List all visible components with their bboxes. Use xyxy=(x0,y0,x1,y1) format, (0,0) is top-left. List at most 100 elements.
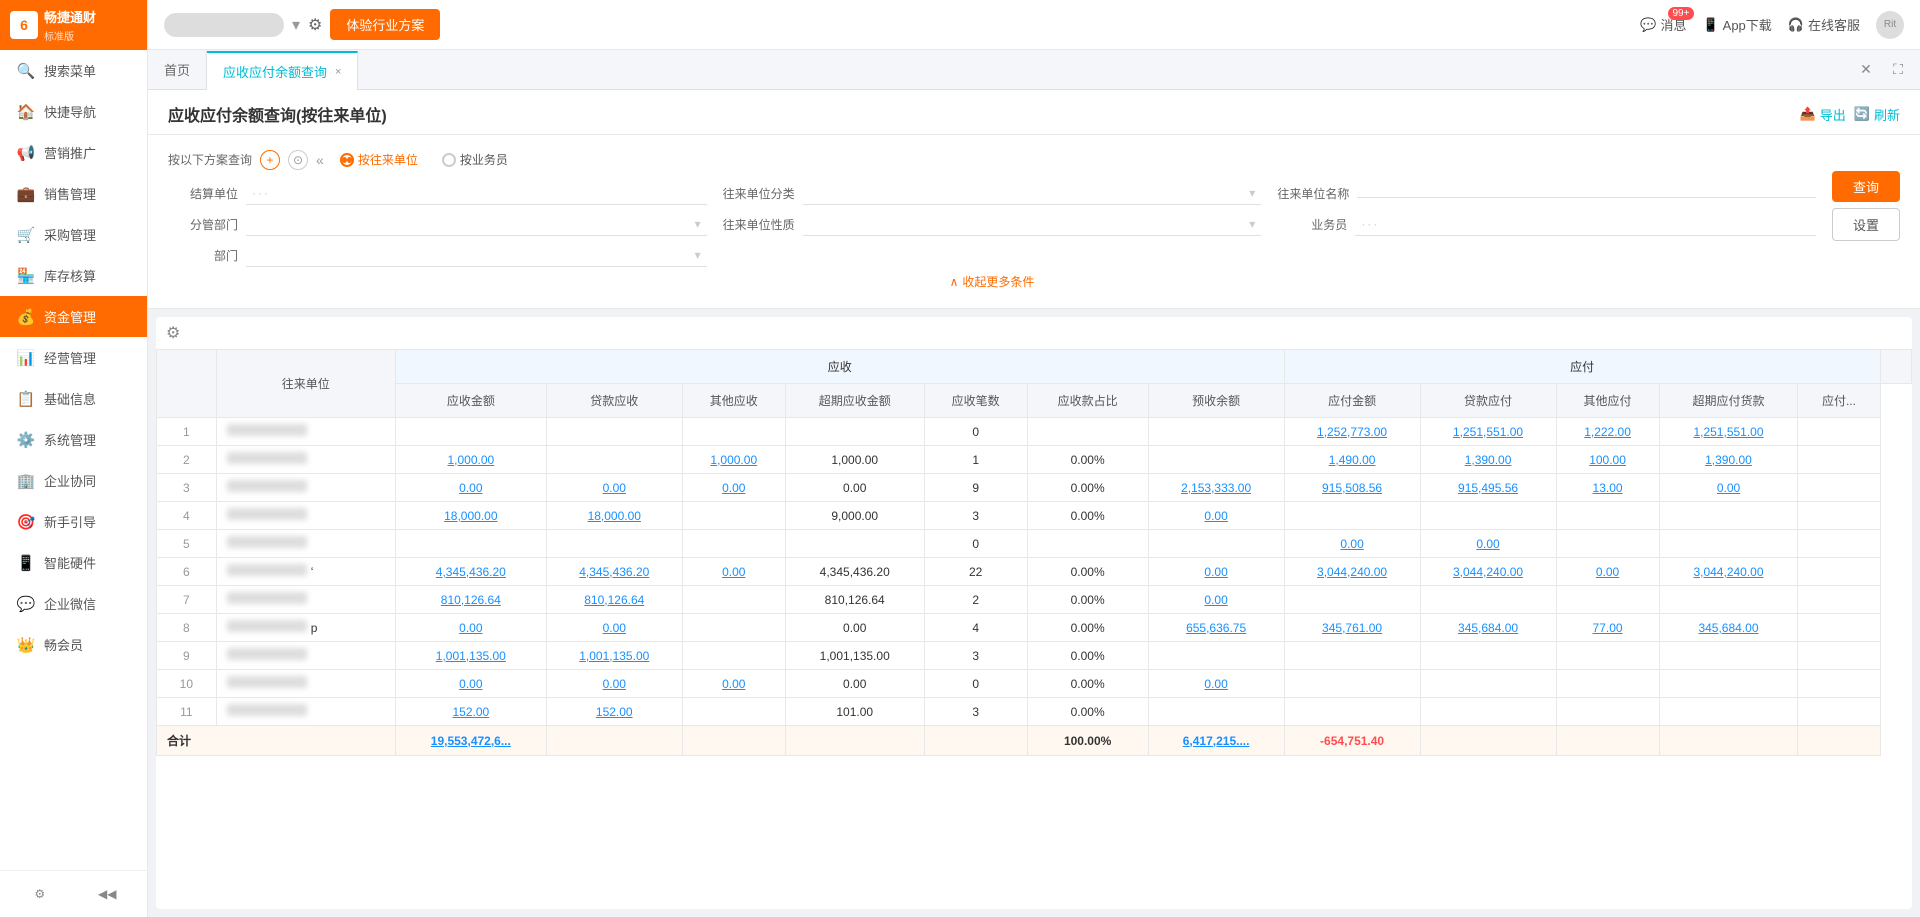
table-cell[interactable]: 915,495.56 xyxy=(1420,474,1556,502)
tab-home[interactable]: 首页 xyxy=(148,50,207,90)
sidebar-item-sales[interactable]: 💼 销售管理 xyxy=(0,173,147,214)
table-cell[interactable]: 0.00 xyxy=(1284,530,1420,558)
table-cell[interactable]: 3,044,240.00 xyxy=(1420,558,1556,586)
messages-button[interactable]: 💬 消息 99+ xyxy=(1640,15,1686,34)
sidebar-item-search-menu[interactable]: 🔍 搜索菜单 xyxy=(0,50,147,91)
table-cell[interactable]: 1,000.00 xyxy=(682,446,785,474)
sidebar-item-basic-info[interactable]: 📋 基础信息 xyxy=(0,378,147,419)
window-close-button[interactable]: ✕ xyxy=(1852,56,1880,84)
sidebar-item-quick-nav[interactable]: 🏠 快捷导航 xyxy=(0,91,147,132)
sidebar-item-marketing[interactable]: 📢 营销推广 xyxy=(0,132,147,173)
table-cell[interactable]: 100.00 xyxy=(1556,446,1659,474)
search-by-partner-option[interactable]: 按往来单位 xyxy=(332,147,426,172)
table-cell[interactable]: 77.00 xyxy=(1556,614,1659,642)
table-cell[interactable]: 1,390.00 xyxy=(1420,446,1556,474)
sidebar-item-purchase[interactable]: 🛒 采购管理 xyxy=(0,214,147,255)
table-cell[interactable]: 345,684.00 xyxy=(1659,614,1798,642)
sidebar-item-member[interactable]: 👑 畅会员 xyxy=(0,624,147,665)
table-cell[interactable]: 0.00 xyxy=(1148,670,1284,698)
table-cell[interactable]: 18,000.00 xyxy=(395,502,546,530)
dept-input[interactable]: ▾ xyxy=(246,213,707,236)
tab-close-button[interactable]: × xyxy=(335,66,341,78)
sidebar-item-inventory[interactable]: 🏪 库存核算 xyxy=(0,255,147,296)
table-cell[interactable]: 0.00 xyxy=(1420,530,1556,558)
app-download-button[interactable]: 📱 App下载 xyxy=(1702,15,1771,34)
table-cell[interactable]: 810,126.64 xyxy=(395,586,546,614)
table-cell[interactable]: 3,044,240.00 xyxy=(1659,558,1798,586)
sidebar-item-smart-hw[interactable]: 📱 智能硬件 xyxy=(0,542,147,583)
table-cell[interactable]: 0.00 xyxy=(395,670,546,698)
sidebar-item-system[interactable]: ⚙️ 系统管理 xyxy=(0,419,147,460)
table-cell[interactable]: 655,636.75 xyxy=(1148,614,1284,642)
table-cell[interactable]: 152.00 xyxy=(546,698,682,726)
table-cell[interactable]: 1,000.00 xyxy=(395,446,546,474)
table-cell[interactable]: 0.00 xyxy=(682,670,785,698)
table-cell[interactable]: 0.00 xyxy=(1659,474,1798,502)
footer-receivable-amount[interactable]: 19,553,472,6... xyxy=(395,726,546,756)
export-button[interactable]: 📤 导出 xyxy=(1800,105,1846,124)
query-button[interactable]: 查询 xyxy=(1832,171,1900,202)
scheme-collapse-button[interactable]: « xyxy=(316,152,324,168)
table-cell[interactable]: 1,001,135.00 xyxy=(395,642,546,670)
table-cell[interactable]: 1,222.00 xyxy=(1556,418,1659,446)
table-cell[interactable]: 0.00 xyxy=(395,614,546,642)
table-cell[interactable]: 4,345,436.20 xyxy=(395,558,546,586)
table-cell[interactable]: 0.00 xyxy=(1148,586,1284,614)
table-cell[interactable]: 4,345,436.20 xyxy=(546,558,682,586)
search-by-salesperson-option[interactable]: 按业务员 xyxy=(434,147,516,172)
table-cell[interactable]: 18,000.00 xyxy=(546,502,682,530)
table-cell[interactable]: 0.00 xyxy=(546,670,682,698)
sidebar-collapse-button[interactable]: ◀◀ xyxy=(78,881,138,907)
table-cell[interactable]: 1,251,551.00 xyxy=(1659,418,1798,446)
partner-category-input[interactable]: ▾ xyxy=(803,182,1262,205)
collapse-more-button[interactable]: ∧ 收起更多条件 xyxy=(168,267,1816,296)
table-cell[interactable]: 0.00 xyxy=(546,474,682,502)
table-cell[interactable]: 0.00 xyxy=(546,614,682,642)
online-service-button[interactable]: 🎧 在线客服 xyxy=(1788,15,1860,34)
settlement-unit-input[interactable]: ··· xyxy=(246,182,707,205)
table-cell[interactable]: 0.00 xyxy=(682,558,785,586)
sidebar-item-enterprise[interactable]: 🏢 企业协同 xyxy=(0,460,147,501)
table-cell[interactable]: 2,153,333.00 xyxy=(1148,474,1284,502)
header-settings-button[interactable]: ⚙ xyxy=(308,15,322,35)
promotion-button[interactable]: 体验行业方案 xyxy=(330,9,440,40)
table-cell[interactable]: 915,508.56 xyxy=(1284,474,1420,502)
sidebar-item-guide[interactable]: 🎯 新手引导 xyxy=(0,501,147,542)
table-cell[interactable]: 13.00 xyxy=(1556,474,1659,502)
sidebar-settings-button[interactable]: ⚙ xyxy=(10,881,70,907)
partner-name-input[interactable] xyxy=(1357,189,1816,198)
nav-dropdown-button[interactable]: ▾ xyxy=(292,15,300,35)
table-cell[interactable]: 810,126.64 xyxy=(546,586,682,614)
table-settings-icon[interactable]: ⚙ xyxy=(166,323,180,343)
table-cell[interactable]: 1,001,135.00 xyxy=(546,642,682,670)
table-cell[interactable]: 152.00 xyxy=(395,698,546,726)
table-cell[interactable]: 1,390.00 xyxy=(1659,446,1798,474)
tab-receivable-query[interactable]: 应收应付余额查询 × xyxy=(207,51,358,91)
table-container[interactable]: 往来单位 应收 应付 应收金额 贷款应收 其他应收 超期应收金额 应收笔数 xyxy=(156,349,1912,909)
salesperson-input[interactable]: ··· xyxy=(1355,213,1816,236)
sidebar-item-wechat[interactable]: 💬 企业微信 xyxy=(0,583,147,624)
sub-dept-input[interactable]: ▾ xyxy=(246,244,707,267)
table-cell[interactable]: 3,044,240.00 xyxy=(1284,558,1420,586)
table-row: 418,000.0018,000.009,000.0030.00%0.00 xyxy=(157,502,1912,530)
table-cell[interactable]: 1,490.00 xyxy=(1284,446,1420,474)
table-cell[interactable]: 345,684.00 xyxy=(1420,614,1556,642)
footer-prepaid-balance[interactable]: 6,417,215.... xyxy=(1148,726,1284,756)
scheme-settings-button[interactable]: ⊙ xyxy=(288,150,308,170)
window-expand-button[interactable]: ⛶ xyxy=(1884,56,1912,84)
refresh-button[interactable]: 🔄 刷新 xyxy=(1854,105,1900,124)
table-cell[interactable]: 0.00 xyxy=(1556,558,1659,586)
table-cell[interactable]: 1,251,551.00 xyxy=(1420,418,1556,446)
table-cell[interactable]: 0.00 xyxy=(1148,558,1284,586)
table-cell[interactable]: 0.00 xyxy=(682,474,785,502)
user-profile-button[interactable]: Rit xyxy=(1876,11,1904,39)
table-cell[interactable]: 345,761.00 xyxy=(1284,614,1420,642)
partner-nature-input[interactable]: ▾ xyxy=(803,213,1262,236)
table-cell[interactable]: 0.00 xyxy=(1148,502,1284,530)
add-scheme-button[interactable]: + xyxy=(260,150,280,170)
table-cell[interactable]: 1,252,773.00 xyxy=(1284,418,1420,446)
sidebar-item-finance[interactable]: 💰 资金管理 xyxy=(0,296,147,337)
setup-button[interactable]: 设置 xyxy=(1832,208,1900,241)
sidebar-item-operation[interactable]: 📊 经营管理 xyxy=(0,337,147,378)
table-cell[interactable]: 0.00 xyxy=(395,474,546,502)
